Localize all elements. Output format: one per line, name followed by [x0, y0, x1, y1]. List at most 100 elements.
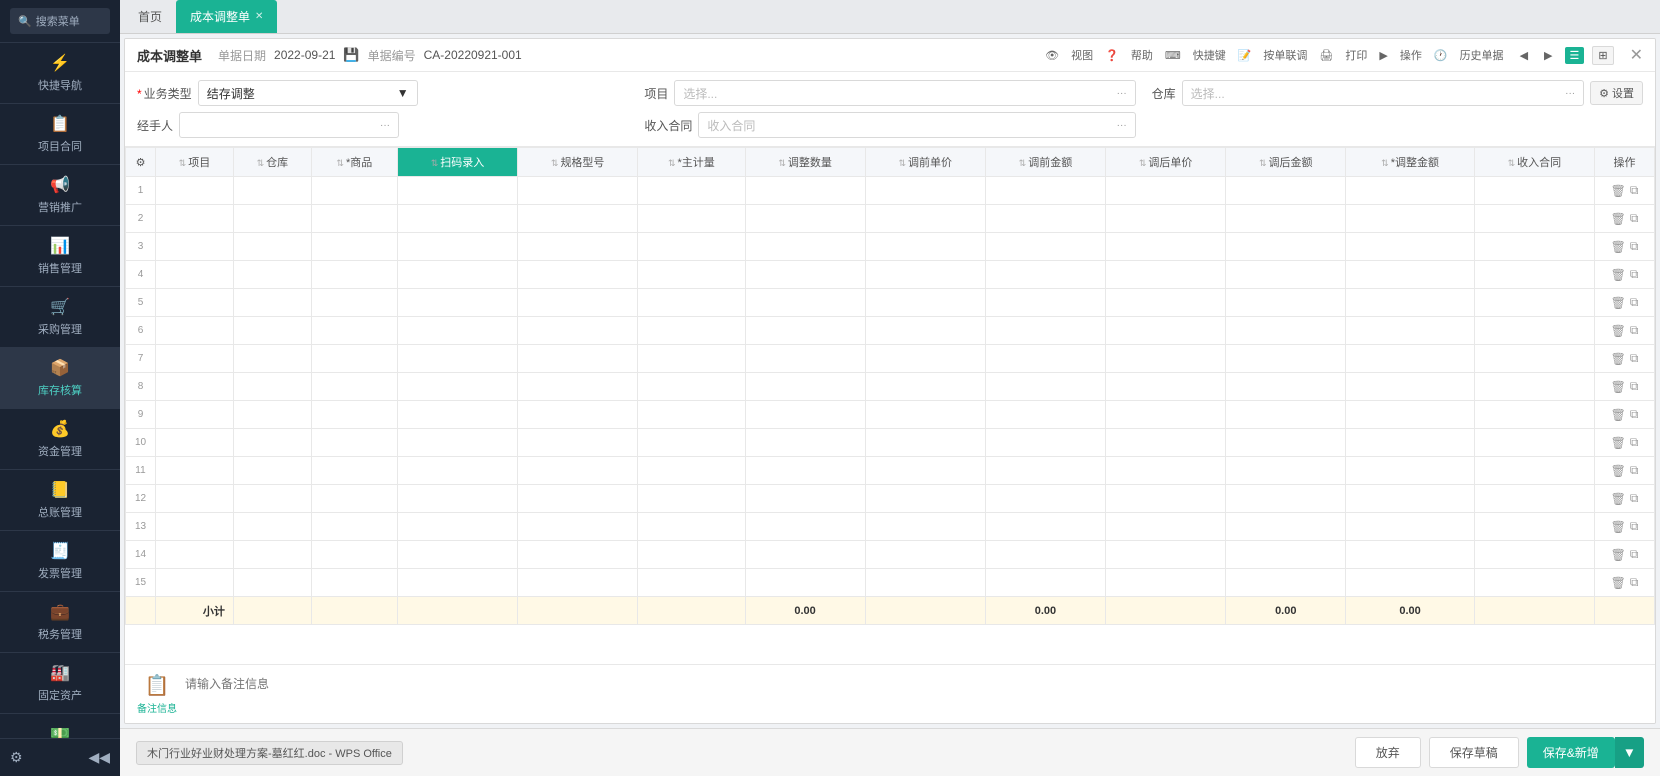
cell-unit[interactable]: [638, 429, 745, 457]
cell-before_unit_price[interactable]: [865, 233, 985, 261]
cell-adjust_amount[interactable]: [1346, 569, 1474, 597]
cell-after_unit_price[interactable]: [1106, 541, 1226, 569]
cell-before_unit_price[interactable]: [865, 373, 985, 401]
cell-before_amount[interactable]: [985, 373, 1105, 401]
copy-row-icon[interactable]: ⧉: [1630, 491, 1639, 506]
cell-warehouse[interactable]: [233, 457, 311, 485]
cell-before_unit_price[interactable]: [865, 429, 985, 457]
cell-spec[interactable]: [518, 345, 638, 373]
cell-after_unit_price[interactable]: [1106, 457, 1226, 485]
cell-unit[interactable]: [638, 401, 745, 429]
cell-before_unit_price[interactable]: [865, 485, 985, 513]
cell-warehouse[interactable]: [233, 429, 311, 457]
cell-before_amount[interactable]: [985, 205, 1105, 233]
cell-scan_input[interactable]: [397, 541, 517, 569]
cell-income_contract[interactable]: [1474, 513, 1594, 541]
cell-after_amount[interactable]: [1226, 317, 1346, 345]
cell-scan_input[interactable]: [397, 345, 517, 373]
cell-income_contract[interactable]: [1474, 177, 1594, 205]
shortcut-action[interactable]: 快捷键: [1189, 45, 1230, 65]
sidebar-item-sales-promo[interactable]: 📢营销推广: [0, 165, 120, 226]
cell-warehouse[interactable]: [233, 289, 311, 317]
delete-row-icon[interactable]: 🗑: [1611, 436, 1626, 450]
cell-adjust_qty[interactable]: [745, 345, 865, 373]
cell-warehouse[interactable]: [233, 205, 311, 233]
cell-goods[interactable]: [311, 513, 397, 541]
project-select[interactable]: 选择... ···: [674, 80, 1135, 106]
cell-before_amount[interactable]: [985, 513, 1105, 541]
nav-prev-icon[interactable]: ◀: [1516, 47, 1532, 64]
delete-row-icon[interactable]: 🗑: [1611, 548, 1626, 562]
cell-adjust_qty[interactable]: [745, 513, 865, 541]
cell-spec[interactable]: [518, 261, 638, 289]
cell-goods[interactable]: [311, 289, 397, 317]
cell-adjust_qty[interactable]: [745, 289, 865, 317]
sidebar-item-capital-mgmt[interactable]: 💰资金管理: [0, 409, 120, 470]
copy-row-icon[interactable]: ⧉: [1630, 379, 1639, 394]
handler-select[interactable]: ···: [179, 112, 399, 138]
cell-after_amount[interactable]: [1226, 541, 1346, 569]
copy-row-icon[interactable]: ⧉: [1630, 267, 1639, 282]
cell-warehouse[interactable]: [233, 541, 311, 569]
cell-warehouse[interactable]: [233, 345, 311, 373]
cell-after_amount[interactable]: [1226, 233, 1346, 261]
cell-income_contract[interactable]: [1474, 541, 1594, 569]
cell-adjust_qty[interactable]: [745, 261, 865, 289]
copy-row-icon[interactable]: ⧉: [1630, 435, 1639, 450]
col-settings[interactable]: ⚙: [126, 148, 156, 177]
delete-row-icon[interactable]: 🗑: [1611, 268, 1626, 282]
cell-after_amount[interactable]: [1226, 485, 1346, 513]
cell-income_contract[interactable]: [1474, 457, 1594, 485]
cell-project[interactable]: [156, 485, 234, 513]
sidebar-item-purchase-mgmt[interactable]: 🛒采购管理: [0, 287, 120, 348]
cell-adjust_qty[interactable]: [745, 373, 865, 401]
sidebar-item-invoice-mgmt[interactable]: 🧾发票管理: [0, 531, 120, 592]
cell-after_amount[interactable]: [1226, 569, 1346, 597]
cell-spec[interactable]: [518, 513, 638, 541]
cell-unit[interactable]: [638, 205, 745, 233]
cell-scan_input[interactable]: [397, 205, 517, 233]
cell-spec[interactable]: [518, 429, 638, 457]
cell-unit[interactable]: [638, 457, 745, 485]
cell-before_amount[interactable]: [985, 289, 1105, 317]
cell-unit[interactable]: [638, 513, 745, 541]
cell-after_unit_price[interactable]: [1106, 233, 1226, 261]
cell-goods[interactable]: [311, 569, 397, 597]
delete-row-icon[interactable]: 🗑: [1611, 240, 1626, 254]
cell-adjust_amount[interactable]: [1346, 205, 1474, 233]
delete-row-icon[interactable]: 🗑: [1611, 184, 1626, 198]
cell-after_unit_price[interactable]: [1106, 205, 1226, 233]
cell-adjust_amount[interactable]: [1346, 373, 1474, 401]
cell-after_amount[interactable]: [1226, 373, 1346, 401]
cell-spec[interactable]: [518, 569, 638, 597]
copy-row-icon[interactable]: ⧉: [1630, 295, 1639, 310]
cell-before_amount[interactable]: [985, 457, 1105, 485]
cell-goods[interactable]: [311, 205, 397, 233]
view-toggle-2[interactable]: ⊞: [1592, 46, 1613, 65]
cell-project[interactable]: [156, 261, 234, 289]
cell-unit[interactable]: [638, 541, 745, 569]
cell-adjust_qty[interactable]: [745, 401, 865, 429]
cell-after_unit_price[interactable]: [1106, 401, 1226, 429]
sidebar-item-inventory[interactable]: 📦库存核算: [0, 348, 120, 409]
cell-spec[interactable]: [518, 457, 638, 485]
cell-after_unit_price[interactable]: [1106, 373, 1226, 401]
cell-goods[interactable]: [311, 177, 397, 205]
sidebar-item-fixed-assets[interactable]: 🏭固定资产: [0, 653, 120, 714]
cell-goods[interactable]: [311, 345, 397, 373]
cell-project[interactable]: [156, 233, 234, 261]
cell-after_amount[interactable]: [1226, 513, 1346, 541]
cell-before_amount[interactable]: [985, 569, 1105, 597]
income-contract-select[interactable]: 收入合同 ···: [698, 112, 1135, 138]
cell-before_unit_price[interactable]: [865, 177, 985, 205]
delete-row-icon[interactable]: 🗑: [1611, 296, 1626, 310]
cell-goods[interactable]: [311, 541, 397, 569]
cell-after_amount[interactable]: [1226, 401, 1346, 429]
cell-after_unit_price[interactable]: [1106, 513, 1226, 541]
cell-scan_input[interactable]: [397, 485, 517, 513]
delete-row-icon[interactable]: 🗑: [1611, 212, 1626, 226]
cell-adjust_amount[interactable]: [1346, 513, 1474, 541]
settings-button-form[interactable]: ⚙ 设置: [1590, 81, 1643, 105]
cell-before_amount[interactable]: [985, 401, 1105, 429]
cell-goods[interactable]: [311, 373, 397, 401]
